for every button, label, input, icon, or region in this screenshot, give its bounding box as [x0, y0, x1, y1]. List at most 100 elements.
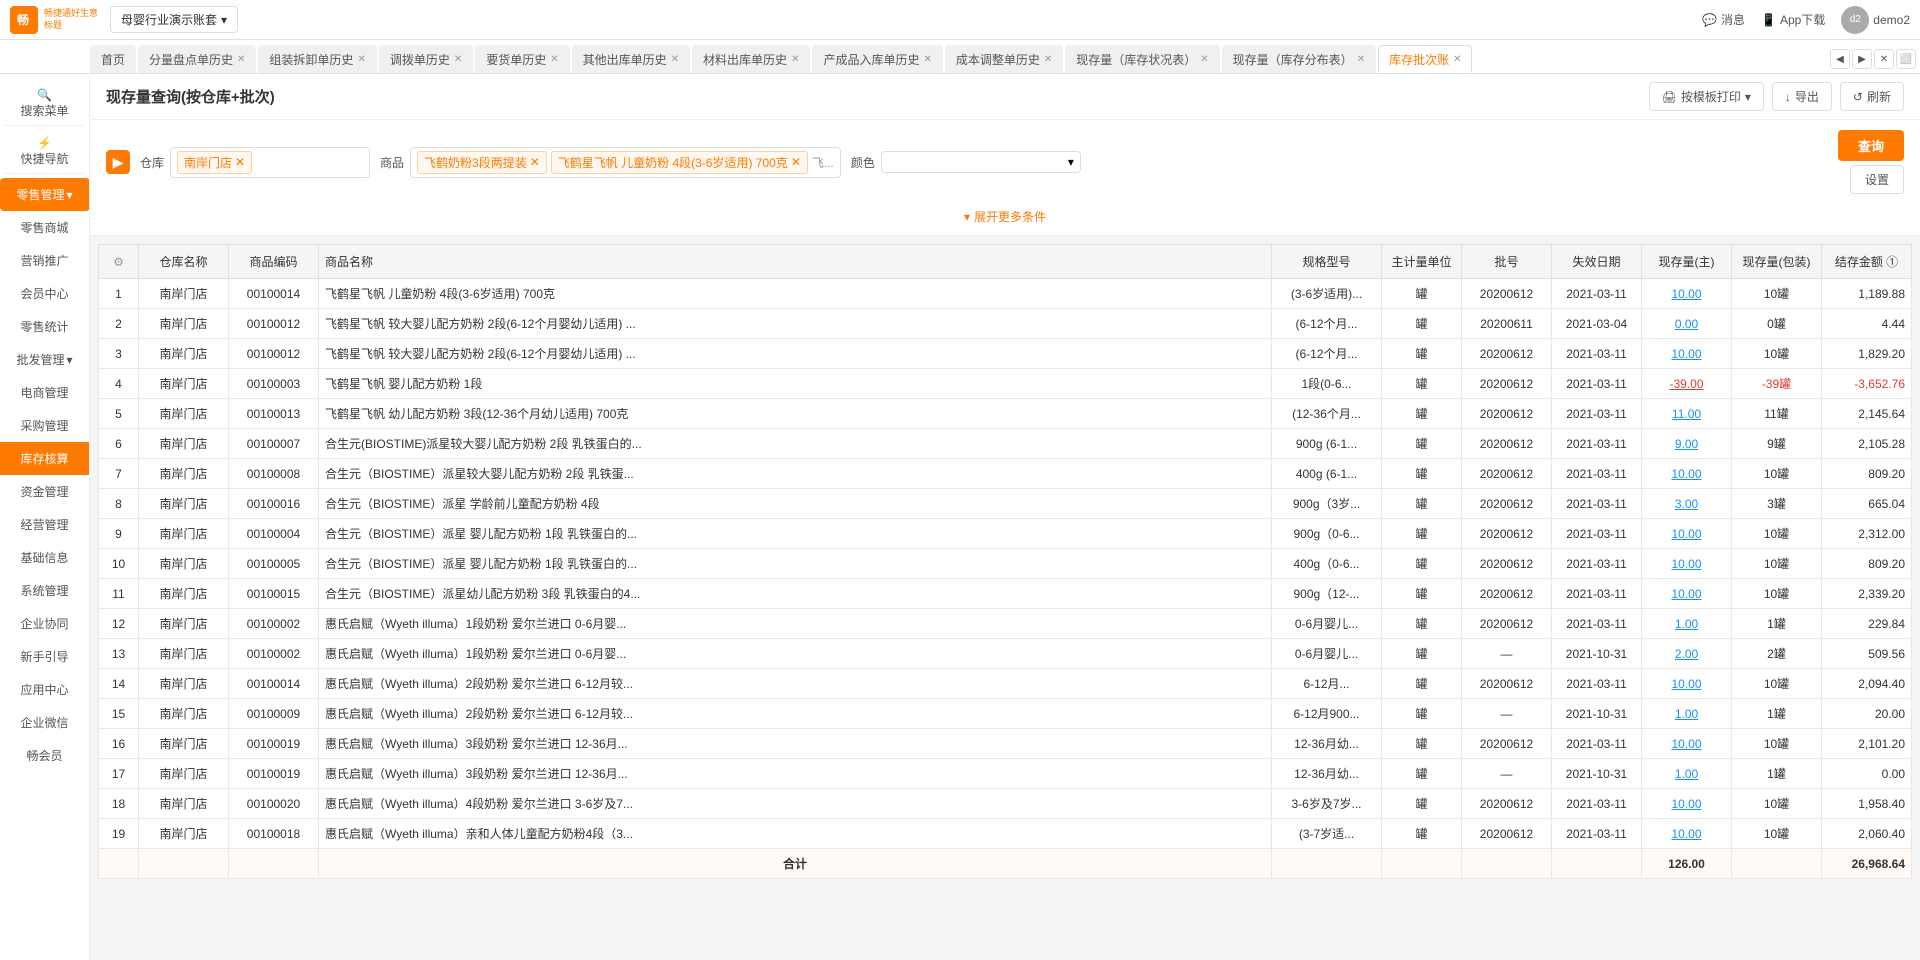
tab-prev-btn[interactable]: ◀ [1830, 49, 1850, 69]
user-area[interactable]: d2 demo2 [1841, 6, 1910, 34]
remove-product-tag-1[interactable]: ✕ [530, 155, 540, 169]
query-button[interactable]: 查询 [1838, 130, 1904, 161]
settings-button[interactable]: 设置 [1850, 165, 1904, 194]
close-tab-cost-adj[interactable]: ✕ [1044, 54, 1052, 65]
row-batch: 20200612 [1462, 459, 1552, 489]
sidebar-item-retail-stats[interactable]: 零售统计 [2, 310, 88, 343]
row-stock-main[interactable]: 10.00 [1642, 729, 1732, 759]
row-batch: 20200612 [1462, 429, 1552, 459]
sidebar-item-enterprise-wechat[interactable]: 企业微信 [2, 706, 88, 739]
sidebar-item-retail-shop[interactable]: 零售商城 [2, 211, 88, 244]
close-tab-other-out[interactable]: ✕ [671, 54, 679, 65]
tab-split[interactable]: 分量盘点单历史 ✕ [138, 45, 256, 73]
settings-icon[interactable]: ⚙ [113, 255, 124, 269]
tab-home[interactable]: 首页 [90, 45, 136, 73]
sidebar-quick-nav[interactable]: ⚡ 快捷导航 [5, 130, 85, 174]
row-stock-main[interactable]: 1.00 [1642, 699, 1732, 729]
sidebar-item-operations[interactable]: 经营管理 [2, 508, 88, 541]
sidebar-item-members[interactable]: 会员中心 [2, 277, 88, 310]
row-stock-main[interactable]: 3.00 [1642, 489, 1732, 519]
sidebar-item-inventory[interactable]: 库存核算 [0, 442, 90, 475]
tab-cost-adj[interactable]: 成本调整单历史 ✕ [945, 45, 1063, 73]
close-tab-product-in[interactable]: ✕ [923, 54, 931, 65]
table-wrapper: ⚙ 仓库名称 商品编码 商品名称 规格型号 主计量单位 批号 失效日期 现存量(… [90, 236, 1920, 960]
row-stock-pkg: 2罐 [1732, 639, 1822, 669]
close-tab-disassemble[interactable]: ✕ [357, 54, 365, 65]
row-stock-main[interactable]: 9.00 [1642, 429, 1732, 459]
sidebar-item-marketing[interactable]: 营销推广 [2, 244, 88, 277]
row-stock-main[interactable]: 0.00 [1642, 309, 1732, 339]
close-tab-material-out[interactable]: ✕ [791, 54, 799, 65]
tab-stock-dist[interactable]: 现存量（库存分布表） ✕ [1222, 45, 1376, 73]
sidebar-item-finance[interactable]: 资金管理 [2, 475, 88, 508]
close-tab-stock-dist[interactable]: ✕ [1357, 54, 1365, 65]
row-stock-main[interactable]: 10.00 [1642, 279, 1732, 309]
expand-btn[interactable]: ▾ 展开更多条件 [964, 208, 1046, 225]
row-stock-main[interactable]: 1.00 [1642, 609, 1732, 639]
tab-expand-btn[interactable]: ⬜ [1896, 49, 1916, 69]
sidebar-item-newbie[interactable]: 新手引导 [2, 640, 88, 673]
row-stock-main[interactable]: 2.00 [1642, 639, 1732, 669]
app-download-btn[interactable]: 📱 App下载 [1761, 11, 1825, 28]
sidebar-item-wholesale[interactable]: 批发管理 ▾ [2, 343, 88, 376]
sidebar-item-purchase[interactable]: 采购管理 [2, 409, 88, 442]
tab-material-out[interactable]: 材料出库单历史 ✕ [692, 45, 810, 73]
row-stock-main[interactable]: 10.00 [1642, 459, 1732, 489]
close-tab-requisition[interactable]: ✕ [550, 54, 558, 65]
color-select[interactable]: ▾ [881, 151, 1081, 173]
row-stock-main[interactable]: 10.00 [1642, 549, 1732, 579]
sidebar-item-collab[interactable]: 企业协同 [2, 607, 88, 640]
tab-disassemble[interactable]: 组装拆卸单历史 ✕ [258, 45, 376, 73]
tab-close-btn[interactable]: ✕ [1874, 49, 1894, 69]
sidebar-item-membership[interactable]: 畅会员 [2, 739, 88, 772]
tab-batch[interactable]: 库存批次账 ✕ [1378, 45, 1472, 73]
company-selector[interactable]: 母婴行业演示账套 ▾ [110, 6, 238, 33]
row-balance: 809.20 [1822, 549, 1912, 579]
row-stock-main[interactable]: 10.00 [1642, 669, 1732, 699]
row-warehouse: 南岸门店 [139, 819, 229, 849]
table-row: 8 南岸门店 00100016 合生元（BIOSTIME）派星 学龄前儿童配方奶… [99, 489, 1912, 519]
filter-expand-arrow[interactable]: ▶ [106, 150, 130, 174]
row-name: 飞鹤星飞帆 较大婴儿配方奶粉 2段(6-12个月婴幼儿适用) ... [319, 339, 1272, 369]
row-unit: 罐 [1382, 699, 1462, 729]
sidebar-search[interactable]: 🔍 搜索菜单 [5, 82, 85, 126]
close-tab-mix[interactable]: ✕ [454, 54, 462, 65]
row-num: 18 [99, 789, 139, 819]
row-stock-main[interactable]: 10.00 [1642, 339, 1732, 369]
row-stock-main[interactable]: 10.00 [1642, 789, 1732, 819]
tab-product-in[interactable]: 产成品入库单历史 ✕ [812, 45, 942, 73]
tab-mix[interactable]: 调拨单历史 ✕ [379, 45, 473, 73]
tab-requisition[interactable]: 要货单历史 ✕ [475, 45, 569, 73]
close-tab-batch[interactable]: ✕ [1453, 54, 1461, 65]
col-header-settings[interactable]: ⚙ [99, 245, 139, 279]
remove-product-tag-2[interactable]: ✕ [791, 155, 801, 169]
close-tab-split[interactable]: ✕ [237, 54, 245, 65]
sidebar-item-system[interactable]: 系统管理 [2, 574, 88, 607]
print-btn[interactable]: 🖨 按模板打印 ▾ [1649, 82, 1764, 111]
remove-warehouse-tag[interactable]: ✕ [235, 155, 245, 169]
warehouse-filter-input[interactable]: 南岸门店 ✕ [170, 147, 370, 178]
row-stock-main[interactable]: 11.00 [1642, 399, 1732, 429]
product-filter-input[interactable]: 飞鹤奶粉3段两提装 ✕ 飞鹤星飞帆 儿童奶粉 4段(3-6岁适用) 700克 ✕… [410, 147, 841, 178]
row-stock-main[interactable]: -39.00 [1642, 369, 1732, 399]
close-tab-stock-status[interactable]: ✕ [1200, 54, 1208, 65]
export-btn[interactable]: ↓ 导出 [1772, 82, 1832, 111]
row-spec: 0-6月婴儿... [1272, 639, 1382, 669]
sidebar-item-basics[interactable]: 基础信息 [2, 541, 88, 574]
top-bar-right: 💬 消息 📱 App下载 d2 demo2 [1702, 6, 1910, 34]
sidebar-item-ecommerce[interactable]: 电商管理 [2, 376, 88, 409]
row-balance: 2,105.28 [1822, 429, 1912, 459]
row-stock-main[interactable]: 10.00 [1642, 819, 1732, 849]
sidebar-item-retail-mgmt[interactable]: 零售管理 ▾ [0, 178, 90, 211]
tab-stock-status[interactable]: 现存量（库存状况表） ✕ [1065, 45, 1219, 73]
total-empty-7 [1552, 849, 1642, 879]
row-stock-main[interactable]: 1.00 [1642, 759, 1732, 789]
tab-other-out[interactable]: 其他出库单历史 ✕ [572, 45, 690, 73]
message-btn[interactable]: 💬 消息 [1702, 11, 1745, 28]
tab-next-btn[interactable]: ▶ [1852, 49, 1872, 69]
sidebar-item-app-center[interactable]: 应用中心 [2, 673, 88, 706]
table-row: 15 南岸门店 00100009 惠氏启赋（Wyeth illuma）2段奶粉 … [99, 699, 1912, 729]
refresh-btn[interactable]: ↺ 刷新 [1840, 82, 1904, 111]
row-stock-main[interactable]: 10.00 [1642, 519, 1732, 549]
row-stock-main[interactable]: 10.00 [1642, 579, 1732, 609]
